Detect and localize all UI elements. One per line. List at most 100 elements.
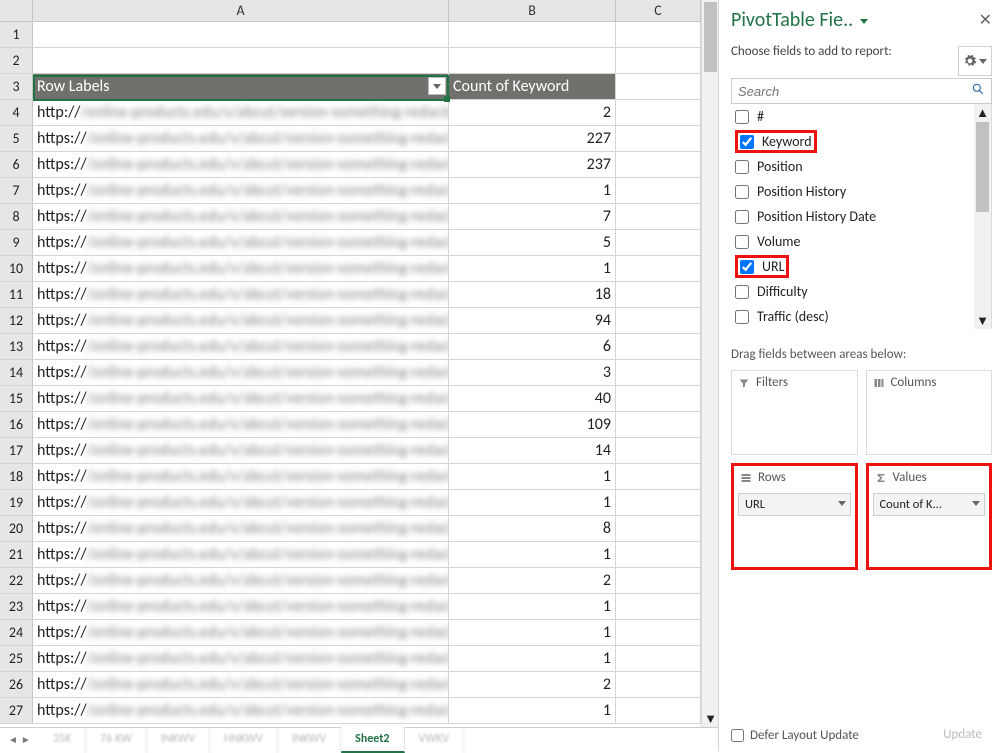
cell-C17[interactable]	[616, 438, 701, 463]
cell-A24[interactable]: https:///online-products.edu/v/abcut/ver…	[33, 620, 449, 645]
row-header[interactable]: 2	[0, 48, 33, 73]
sheet-tab[interactable]: VWKV	[405, 727, 465, 753]
field-checkbox[interactable]	[735, 285, 749, 299]
vertical-scrollbar[interactable]: ▲ ▼	[701, 0, 718, 727]
cell-A17[interactable]: https:///online-products.edu/v/abcut/ver…	[33, 438, 449, 463]
cell-C2[interactable]	[616, 48, 701, 73]
columns-area[interactable]: Columns	[866, 370, 993, 455]
values-area[interactable]: Values Count of K...	[866, 463, 993, 570]
cell-A14[interactable]: https:///online-products.edu/v/abcut/ver…	[33, 360, 449, 385]
cell-C4[interactable]	[616, 100, 701, 125]
row-header[interactable]: 19	[0, 490, 33, 515]
col-header-A[interactable]: A	[33, 0, 449, 21]
field-item[interactable]: #	[731, 104, 991, 129]
cell-B4[interactable]: 2	[449, 100, 616, 125]
cell-A5[interactable]: https:///online-products.edu/v/abcut/ver…	[33, 126, 449, 151]
cell-A22[interactable]: https:///online-products.edu/v/abcut/ver…	[33, 568, 449, 593]
pane-title-caret-icon[interactable]	[860, 19, 868, 24]
rows-chip-url[interactable]: URL	[738, 493, 851, 516]
cell-A27[interactable]: https:///online-products.edu/v/abcut/ver…	[33, 698, 449, 723]
tab-nav[interactable]: ◄►	[0, 733, 39, 746]
cell-B15[interactable]: 40	[449, 386, 616, 411]
cell-B12[interactable]: 94	[449, 308, 616, 333]
defer-update-checkbox[interactable]: Defer Layout Update	[731, 728, 859, 743]
cell-B23[interactable]: 1	[449, 594, 616, 619]
cell-A16[interactable]: https:///online-products.edu/v/abcut/ver…	[33, 412, 449, 437]
filters-area[interactable]: Filters	[731, 370, 858, 455]
cell-B25[interactable]: 1	[449, 646, 616, 671]
cell-B16[interactable]: 109	[449, 412, 616, 437]
field-checkbox[interactable]	[735, 235, 749, 249]
row-header[interactable]: 23	[0, 594, 33, 619]
field-checkbox[interactable]	[735, 160, 749, 174]
row-header[interactable]: 24	[0, 620, 33, 645]
field-list[interactable]: ▲ ▼ #KeywordPositionPosition HistoryPosi…	[731, 104, 992, 329]
sheet-tab[interactable]: 76 KW	[86, 727, 147, 753]
cell-A19[interactable]: https:///online-products.edu/v/abcut/ver…	[33, 490, 449, 515]
cell-A26[interactable]: https:///online-products.edu/v/abcut/ver…	[33, 672, 449, 697]
field-item[interactable]: Position History	[731, 179, 991, 204]
scroll-thumb[interactable]	[976, 122, 989, 212]
field-item[interactable]: Position	[731, 154, 991, 179]
field-checkbox[interactable]	[735, 210, 749, 224]
cell-A3[interactable]: Row Labels	[33, 74, 449, 99]
cell-A21[interactable]: https:///online-products.edu/v/abcut/ver…	[33, 542, 449, 567]
cell-A9[interactable]: https:///online-products.edu/v/abcut/ver…	[33, 230, 449, 255]
cell-C15[interactable]	[616, 386, 701, 411]
row-header[interactable]: 13	[0, 334, 33, 359]
cell-B1[interactable]	[449, 22, 616, 47]
cell-C6[interactable]	[616, 152, 701, 177]
col-header-C[interactable]: C	[616, 0, 701, 21]
cell-A13[interactable]: https:///online-products.edu/v/abcut/ver…	[33, 334, 449, 359]
cell-C9[interactable]	[616, 230, 701, 255]
select-all-corner[interactable]	[0, 0, 33, 21]
cell-B5[interactable]: 227	[449, 126, 616, 151]
cell-A12[interactable]: https:///online-products.edu/v/abcut/ver…	[33, 308, 449, 333]
cell-A10[interactable]: https:///online-products.edu/v/abcut/ver…	[33, 256, 449, 281]
row-header[interactable]: 9	[0, 230, 33, 255]
cell-A18[interactable]: https:///online-products.edu/v/abcut/ver…	[33, 464, 449, 489]
cell-C26[interactable]	[616, 672, 701, 697]
cell-B19[interactable]: 1	[449, 490, 616, 515]
cell-C18[interactable]	[616, 464, 701, 489]
cell-C13[interactable]	[616, 334, 701, 359]
field-search[interactable]	[731, 78, 992, 104]
row-header[interactable]: 15	[0, 386, 33, 411]
field-checkbox[interactable]	[735, 110, 749, 124]
cell-B3[interactable]: Count of Keyword	[449, 74, 616, 99]
cell-A11[interactable]: https:///online-products.edu/v/abcut/ver…	[33, 282, 449, 307]
update-button[interactable]: Update	[935, 724, 990, 745]
cell-B21[interactable]: 1	[449, 542, 616, 567]
row-header[interactable]: 21	[0, 542, 33, 567]
cell-A20[interactable]: https:///online-products.edu/v/abcut/ver…	[33, 516, 449, 541]
row-header[interactable]: 8	[0, 204, 33, 229]
row-labels-dropdown[interactable]	[428, 77, 446, 95]
row-header[interactable]: 26	[0, 672, 33, 697]
row-header[interactable]: 3	[0, 74, 33, 99]
field-item[interactable]: Difficulty	[731, 279, 991, 304]
row-header[interactable]: 17	[0, 438, 33, 463]
row-header[interactable]: 11	[0, 282, 33, 307]
cell-B20[interactable]: 8	[449, 516, 616, 541]
cell-A4[interactable]: http:///online-products.edu/v/abcut/vers…	[33, 100, 449, 125]
cell-A6[interactable]: https:///online-products.edu/v/abcut/ver…	[33, 152, 449, 177]
cell-B27[interactable]: 1	[449, 698, 616, 723]
cell-B18[interactable]: 1	[449, 464, 616, 489]
close-icon[interactable]: ✕	[979, 10, 992, 30]
cell-C8[interactable]	[616, 204, 701, 229]
row-header[interactable]: 27	[0, 698, 33, 723]
row-header[interactable]: 22	[0, 568, 33, 593]
sheet-tab[interactable]: INKWV	[147, 727, 210, 753]
row-header[interactable]: 25	[0, 646, 33, 671]
field-item[interactable]: URL	[731, 254, 991, 279]
row-header[interactable]: 5	[0, 126, 33, 151]
cell-C10[interactable]	[616, 256, 701, 281]
sheet-tab[interactable]: INKWV	[278, 727, 341, 753]
col-header-B[interactable]: B	[449, 0, 616, 21]
cell-C19[interactable]	[616, 490, 701, 515]
row-header[interactable]: 7	[0, 178, 33, 203]
cell-A8[interactable]: https:///online-products.edu/v/abcut/ver…	[33, 204, 449, 229]
cell-C14[interactable]	[616, 360, 701, 385]
sheet-tab[interactable]: HNKWV	[210, 727, 278, 753]
cell-C3[interactable]	[616, 74, 701, 99]
